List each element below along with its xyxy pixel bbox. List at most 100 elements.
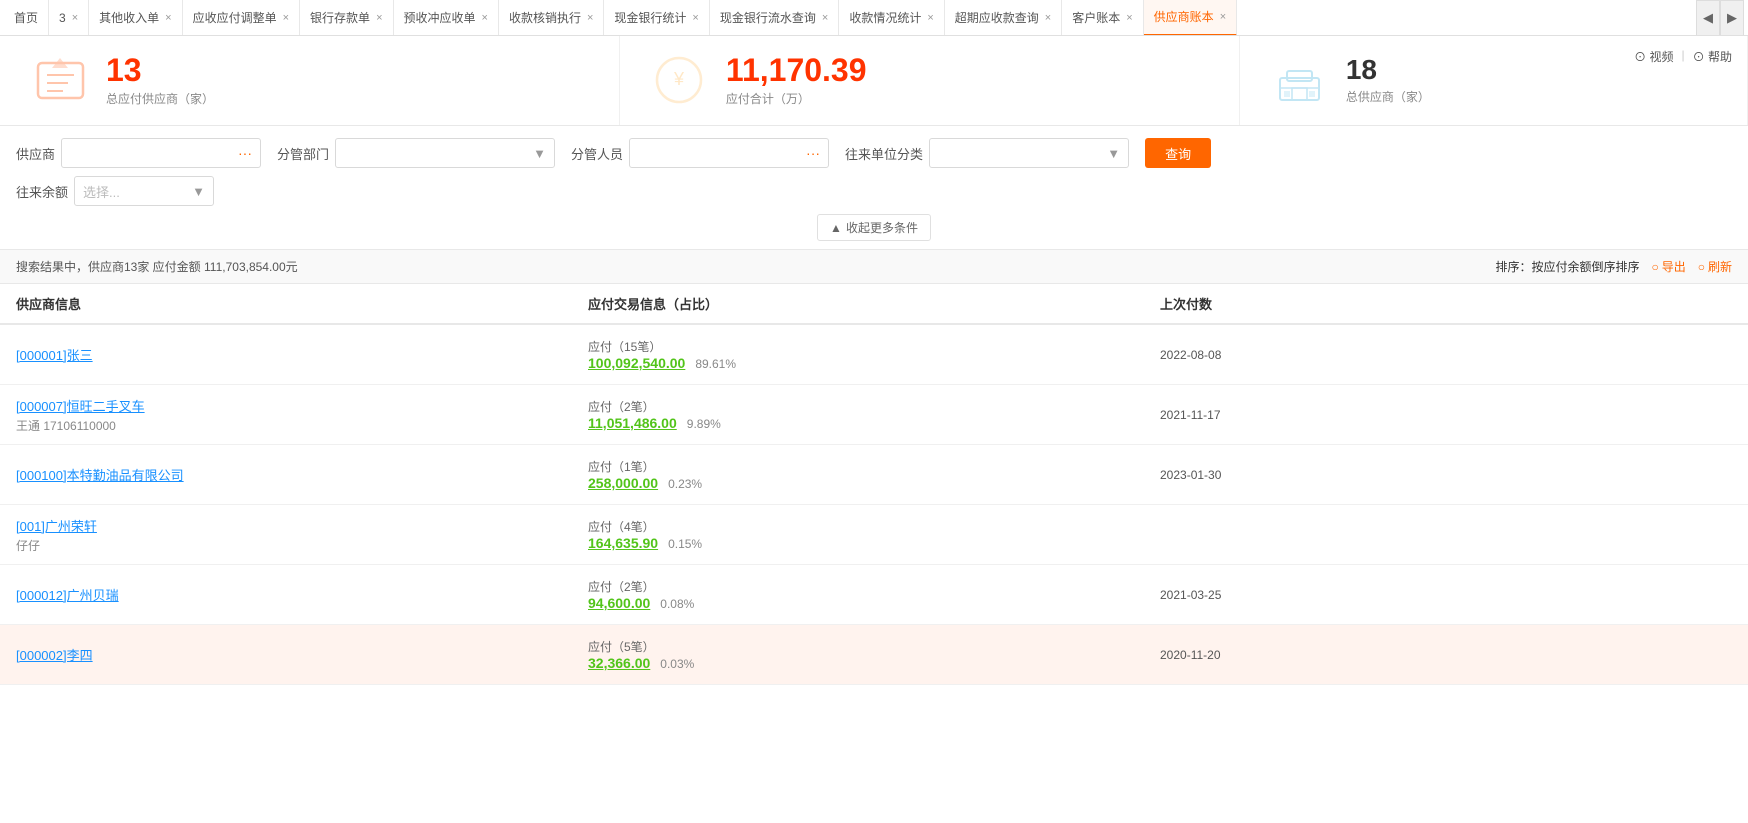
close-tab-cash-bank-flow[interactable]: × [822,12,828,24]
refresh-button[interactable]: ○ 刷新 [1698,258,1732,275]
close-tab-supplier-account[interactable]: × [1220,11,1226,23]
last-payment-cell: 2020-11-20 [1160,648,1732,662]
payable-info-cell: 应付（5笔）32,366.00 0.03% [588,638,1160,671]
query-button[interactable]: 查询 [1145,138,1211,168]
supplier-info-cell: [000007]恒旺二手叉车王通 17106110000 [16,396,588,434]
category-select[interactable]: ▼ [929,138,1129,168]
nav-arrow-left[interactable]: ◀ [1696,0,1720,36]
payable-info-cell: 应付（2笔）11,051,486.009.89% [588,398,1160,431]
nav-tab-tab3[interactable]: 3× [49,0,89,36]
collapse-chevron-icon: ▲ [830,221,842,235]
stat-number-payable-total: 11,170.39 [726,54,867,86]
filter-area: 供应商 ··· 分管部门 ▼ 分管人员 ··· 往来单位分类 ▼ 查询 [0,126,1748,250]
nav-tab-supplier-account[interactable]: 供应商账本× [1144,0,1237,36]
filter-label-balance: 往来余额 [16,182,68,201]
stats-header: 13 总应付供应商（家） ¥ 11,170.39 应付合计（万） [0,36,1748,126]
supplier-name-link[interactable]: [000100]本特勤油品有限公司 [16,465,588,484]
payable-total-icon: ¥ [650,51,710,111]
payable-amount[interactable]: 32,366.00 [588,655,650,671]
payable-amount[interactable]: 100,092,540.00 [588,355,685,371]
filter-label-category: 往来单位分类 [845,144,923,163]
stat-label-payable-total: 应付合计（万） [726,90,867,107]
payable-info-cell: 应付（4笔）164,635.900.15% [588,518,1160,551]
filter-row-1: 供应商 ··· 分管部门 ▼ 分管人员 ··· 往来单位分类 ▼ 查询 [16,138,1732,168]
header-actions: ⊙ 视频 | ⊙ 帮助 [1634,48,1732,65]
dept-select[interactable]: ▼ [335,138,555,168]
supplier-input[interactable]: ··· [61,138,261,168]
export-button[interactable]: ○ 导出 [1651,258,1685,275]
supplier-name-link[interactable]: [001]广州荣轩 [16,516,588,535]
close-tab-collection-stats[interactable]: × [927,12,933,24]
payable-label: 应付（5笔） [588,638,1160,655]
nav-tab-home[interactable]: 首页 [4,0,49,36]
filter-item-category: 往来单位分类 ▼ [845,138,1129,168]
last-payment-cell: 2023-01-30 [1160,468,1732,482]
close-tab-collection-execute[interactable]: × [587,12,593,24]
payable-amount[interactable]: 258,000.00 [588,475,658,491]
results-actions: 排序：按应付余额倒序排序 ○ 导出 ○ 刷新 [1495,258,1732,275]
stat-content-suppliers-payable: 13 总应付供应商（家） [106,54,214,107]
payable-percentage: 89.61% [695,357,736,371]
dept-chevron-icon: ▼ [533,146,546,161]
close-tab-other-income[interactable]: × [165,12,171,24]
payable-amount-row: 32,366.00 0.03% [588,655,1160,671]
nav-arrows: ◀ ▶ [1696,0,1744,36]
payable-info-cell: 应付（1笔）258,000.000.23% [588,458,1160,491]
nav-tab-cash-bank-stats[interactable]: 现金银行统计× [604,0,709,36]
nav-tab-collection-execute[interactable]: 收款核销执行× [499,0,604,36]
collapse-button[interactable]: ▲ 收起更多条件 [817,214,931,241]
table-row: [000002]李四应付（5笔）32,366.00 0.03% 2020-11-20 [0,625,1748,685]
category-chevron-icon: ▼ [1107,146,1120,161]
nav-tab-bank-deposit[interactable]: 银行存款单× [300,0,393,36]
filter-item-balance: 往来余额 选择... ▼ [16,176,214,206]
close-tab-payable-adjust[interactable]: × [283,12,289,24]
balance-select[interactable]: 选择... ▼ [74,176,214,206]
nav-tab-advance-collection[interactable]: 预收冲应收单× [394,0,499,36]
close-tab-advance-collection[interactable]: × [482,12,488,24]
table-row: [000012]广州贝瑞应付（2笔）94,600.000.08%2021-03-… [0,565,1748,625]
payable-percentage: 0.03% [660,657,694,671]
nav-tab-cash-bank-flow[interactable]: 现金银行流水查询× [710,0,839,36]
payable-label: 应付（2笔） [588,398,1160,415]
supplier-name-link[interactable]: [000002]李四 [16,645,588,664]
close-tab-bank-deposit[interactable]: × [376,12,382,24]
col-header-supplier: 供应商信息 [16,294,588,313]
stat-content-total-suppliers: 18 总供应商（家） [1346,56,1430,105]
payable-amount-row: 94,600.000.08% [588,595,1160,611]
table-row: [001]广州荣轩仔仔应付（4笔）164,635.900.15% [0,505,1748,565]
nav-tab-overdue-collection[interactable]: 超期应收款查询× [945,0,1062,36]
table-row: [000001]张三应付（15笔）100,092,540.0089.61%202… [0,325,1748,385]
filter-row-2: 往来余额 选择... ▼ [16,176,1732,206]
payable-amount[interactable]: 94,600.00 [588,595,650,611]
supplier-info-cell: [000002]李四 [16,645,588,664]
table-header: 供应商信息 应付交易信息（占比） 上次付数 [0,284,1748,325]
close-tab-overdue-collection[interactable]: × [1045,12,1051,24]
help-link[interactable]: ⊙ 帮助 [1693,48,1732,65]
refresh-label: 刷新 [1708,258,1732,275]
results-summary: 搜索结果中，供应商13家 应付金额 111,703,854.00元 [16,258,298,275]
supplier-info-cell: [000001]张三 [16,345,588,364]
payable-info-cell: 应付（2笔）94,600.000.08% [588,578,1160,611]
close-tab-tab3[interactable]: × [72,12,78,24]
supplier-name-link[interactable]: [000001]张三 [16,345,588,364]
nav-arrow-right[interactable]: ▶ [1720,0,1744,36]
nav-tab-collection-stats[interactable]: 收款情况统计× [839,0,944,36]
close-tab-customer-account[interactable]: × [1126,12,1132,24]
payable-info-cell: 应付（15笔）100,092,540.0089.61% [588,338,1160,371]
supplier-name-link[interactable]: [000007]恒旺二手叉车 [16,396,588,415]
payable-percentage: 0.23% [668,477,702,491]
person-input[interactable]: ··· [629,138,829,168]
nav-tab-other-income[interactable]: 其他收入单× [89,0,182,36]
payable-amount[interactable]: 11,051,486.00 [588,415,677,431]
payable-percentage: 0.15% [668,537,702,551]
supplier-name-link[interactable]: [000012]广州贝瑞 [16,585,588,604]
sort-label[interactable]: 排序：按应付余额倒序排序 [1495,258,1639,275]
nav-tab-customer-account[interactable]: 客户账本× [1062,0,1143,36]
payable-amount[interactable]: 164,635.90 [588,535,658,551]
supplier-input-dots: ··· [238,145,252,161]
last-payment-cell: 2021-11-17 [1160,408,1732,422]
close-tab-cash-bank-stats[interactable]: × [692,12,698,24]
video-link[interactable]: ⊙ 视频 [1634,48,1673,65]
nav-tab-payable-adjust[interactable]: 应收应付调整单× [183,0,300,36]
collapse-label: 收起更多条件 [846,219,918,236]
